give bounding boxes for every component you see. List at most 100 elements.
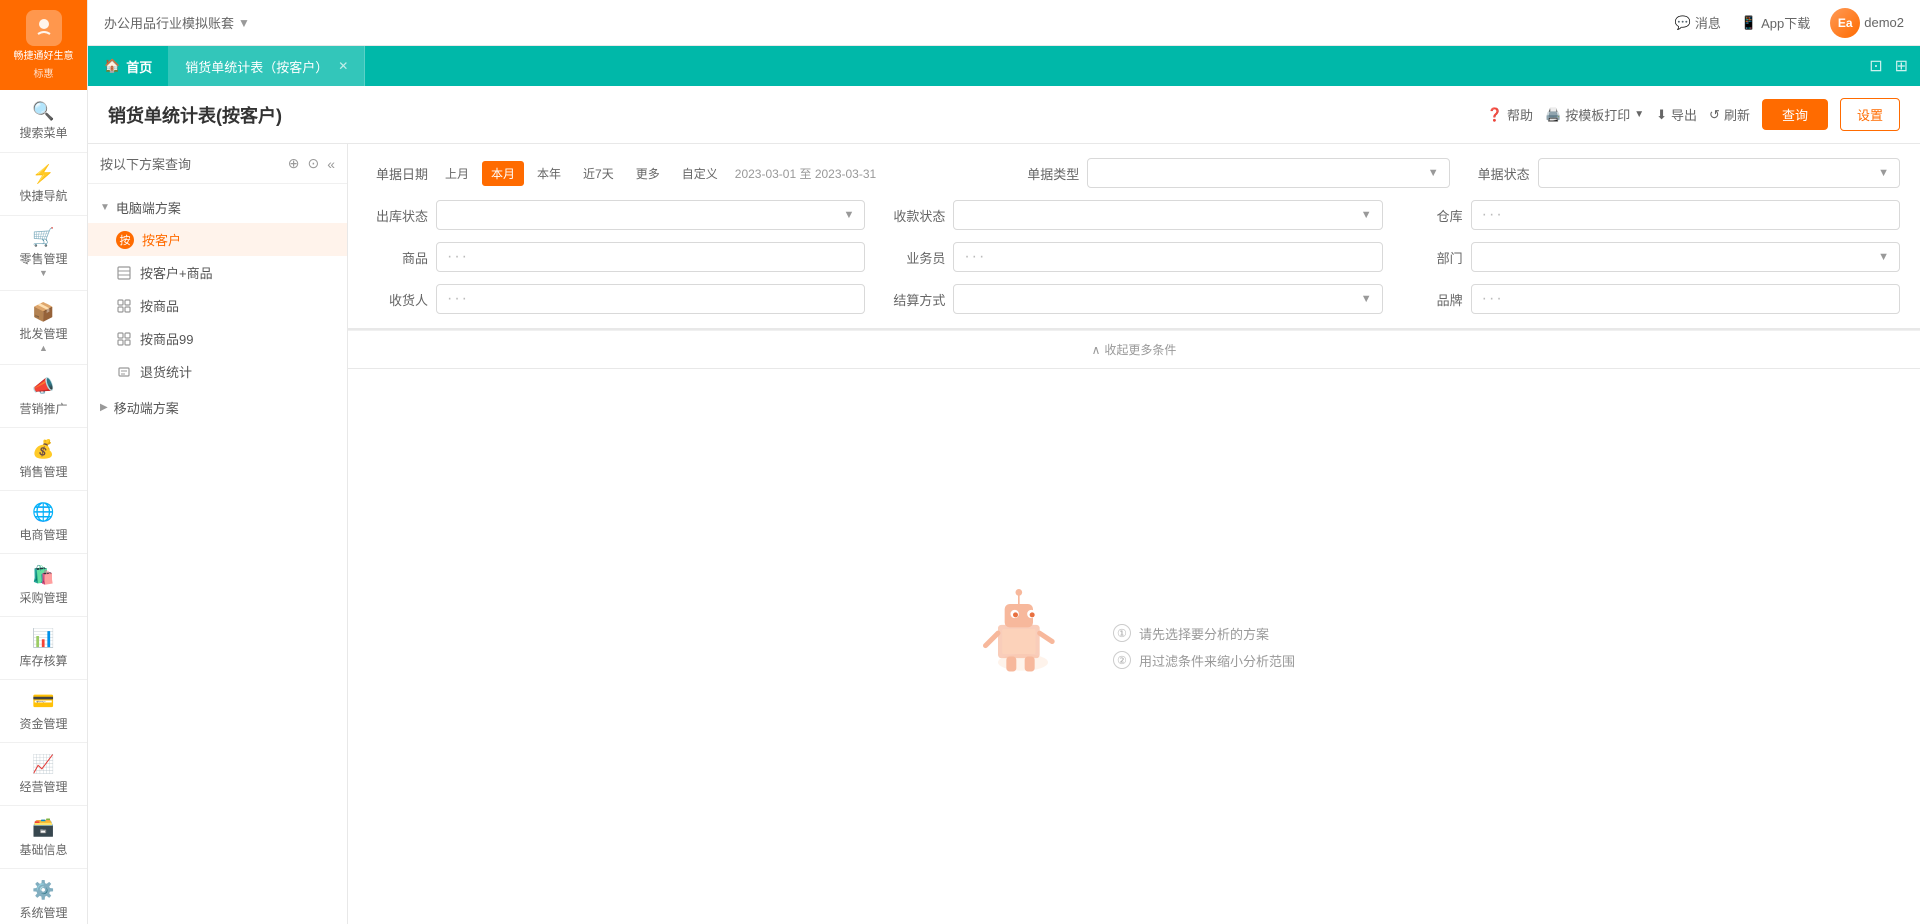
page-content: 销货单统计表(按客户) ❓ 帮助 🖨️ 按模板打印 ▼ ⬇ 导出 bbox=[88, 86, 1920, 924]
ship-status-select[interactable]: ▼ bbox=[436, 200, 865, 230]
inventory-icon: 📊 bbox=[32, 627, 54, 650]
empty-tip-1: ① 请先选择要分析的方案 bbox=[1113, 624, 1295, 643]
scheme-group-desktop-header[interactable]: ▼ 电脑端方案 bbox=[88, 192, 347, 223]
app-download-btn[interactable]: 📱 App下载 bbox=[1741, 13, 1810, 32]
settings-btn[interactable]: 设置 bbox=[1840, 98, 1900, 131]
logo-text: 畅捷通好生意 bbox=[14, 50, 74, 63]
user-profile-btn[interactable]: Ea demo2 bbox=[1830, 8, 1904, 38]
empty-tips: ① 请先选择要分析的方案 ② 用过滤条件来缩小分析范围 bbox=[1113, 624, 1295, 670]
order-type-select[interactable]: ▼ bbox=[1087, 158, 1449, 188]
sidebar-item-wholesale[interactable]: 📦 批发管理 ▲ bbox=[0, 291, 87, 366]
sidebar-item-purchase[interactable]: 🛍️ 采购管理 bbox=[0, 554, 87, 617]
settings-scheme-btn[interactable]: ⊙ bbox=[307, 155, 319, 172]
sidebar-item-finance[interactable]: 💳 资金管理 bbox=[0, 680, 87, 743]
date-tab-last-month[interactable]: 上月 bbox=[436, 161, 478, 186]
filter-department-field: 部门 ▼ bbox=[1403, 242, 1900, 272]
filter-goods-field: 商品 ··· bbox=[368, 242, 865, 272]
add-scheme-btn[interactable]: ⊕ bbox=[288, 155, 300, 172]
tab-maximize-btn[interactable]: ⊞ bbox=[1891, 52, 1912, 80]
tab-minimize-btn[interactable]: ⊡ bbox=[1865, 52, 1886, 80]
salesperson-select[interactable]: ··· bbox=[953, 242, 1382, 272]
sidebar-item-quicknav[interactable]: ⚡ 快捷导航 bbox=[0, 153, 87, 216]
scheme-group-desktop-label: 电脑端方案 bbox=[116, 198, 181, 217]
sidebar-item-ecommerce[interactable]: 🌐 电商管理 bbox=[0, 491, 87, 554]
export-btn[interactable]: ⬇ 导出 bbox=[1656, 105, 1697, 124]
message-btn[interactable]: 💬 消息 bbox=[1675, 13, 1721, 32]
scheme-tree: ▼ 电脑端方案 按 按客户 按客户+商品 bbox=[88, 184, 347, 924]
sidebar-item-search[interactable]: 🔍 搜索菜单 bbox=[0, 90, 87, 153]
tab-close-btn[interactable]: ✕ bbox=[338, 59, 348, 73]
salesperson-label: 业务员 bbox=[885, 248, 945, 267]
industry-select[interactable]: 办公用品行业模拟账套 ▼ bbox=[104, 13, 250, 32]
date-tabs: 上月 本月 本年 近7天 更多 自定义 bbox=[436, 161, 727, 186]
collapse-up-icon: ∧ bbox=[1092, 343, 1101, 357]
top-header: 办公用品行业模拟账套 ▼ 💬 消息 📱 App下载 Ea demo2 bbox=[88, 0, 1920, 46]
industry-label: 办公用品行业模拟账套 bbox=[104, 13, 234, 32]
scheme-group-desktop: ▼ 电脑端方案 按 按客户 按客户+商品 bbox=[88, 192, 347, 388]
warehouse-select[interactable]: ··· bbox=[1471, 200, 1900, 230]
help-icon: ❓ bbox=[1487, 107, 1503, 123]
department-arrow-icon: ▼ bbox=[1878, 251, 1889, 263]
sidebar-item-system[interactable]: ⚙️ 系统管理 bbox=[0, 869, 87, 924]
scheme-item-goods[interactable]: 按商品 bbox=[88, 289, 347, 322]
filter-salesperson-field: 业务员 ··· bbox=[885, 242, 1382, 272]
page-actions: ❓ 帮助 🖨️ 按模板打印 ▼ ⬇ 导出 ↺ 刷新 bbox=[1487, 98, 1900, 131]
sidebar-item-basics[interactable]: 🗃️ 基础信息 bbox=[0, 806, 87, 869]
collapse-label: 收起更多条件 bbox=[1104, 341, 1176, 358]
collapse-scheme-btn[interactable]: « bbox=[327, 156, 335, 172]
date-tab-this-month[interactable]: 本月 bbox=[482, 161, 524, 186]
sidebar-item-sales[interactable]: 💰 销售管理 bbox=[0, 428, 87, 491]
payment-status-select[interactable]: ▼ bbox=[953, 200, 1382, 230]
sidebar-logo[interactable]: 畅捷通好生意 标惠 bbox=[0, 0, 88, 90]
sidebar-item-retail[interactable]: 🛒 零售管理 ▼ bbox=[0, 216, 87, 291]
date-range-text: 2023-03-01 至 2023-03-31 bbox=[735, 165, 876, 182]
order-status-select[interactable]: ▼ bbox=[1538, 158, 1900, 188]
scheme-item-goods99[interactable]: 按商品99 bbox=[88, 322, 347, 355]
sidebar-item-inventory[interactable]: 📊 库存核算 bbox=[0, 617, 87, 680]
goods-icon bbox=[116, 298, 132, 314]
department-select[interactable]: ▼ bbox=[1471, 242, 1900, 272]
warehouse-dots: ··· bbox=[1482, 206, 1504, 224]
date-tab-this-year[interactable]: 本年 bbox=[528, 161, 570, 186]
tab-report[interactable]: 销货单统计表（按客户） ✕ bbox=[169, 46, 365, 86]
sidebar-item-operations[interactable]: 📈 经营管理 bbox=[0, 743, 87, 806]
brand-dots: ··· bbox=[1482, 290, 1504, 308]
print-dropdown-icon: ▼ bbox=[1634, 109, 1644, 120]
brand-label: 品牌 bbox=[1403, 290, 1463, 309]
marketing-icon: 📣 bbox=[32, 375, 54, 398]
query-btn[interactable]: 查询 bbox=[1762, 99, 1828, 130]
date-tab-7days[interactable]: 近7天 bbox=[574, 161, 623, 186]
filter-order-status-field: 单据状态 ▼ bbox=[1470, 158, 1900, 188]
print-btn[interactable]: 🖨️ 按模板打印 ▼ bbox=[1545, 105, 1644, 124]
sidebar-item-marketing[interactable]: 📣 营销推广 bbox=[0, 365, 87, 428]
goods-select[interactable]: ··· bbox=[436, 242, 865, 272]
payment-status-arrow-icon: ▼ bbox=[1361, 209, 1372, 221]
empty-tip-2: ② 用过滤条件来缩小分析范围 bbox=[1113, 651, 1295, 670]
consignee-select[interactable]: ··· bbox=[436, 284, 865, 314]
dropdown-icon: ▼ bbox=[238, 16, 250, 30]
warehouse-label: 仓库 bbox=[1403, 206, 1463, 225]
scheme-item-customer[interactable]: 按 按客户 bbox=[88, 223, 347, 256]
date-tab-more[interactable]: 更多 bbox=[627, 161, 669, 186]
goods-dots: ··· bbox=[447, 248, 469, 266]
refresh-btn[interactable]: ↺ 刷新 bbox=[1709, 105, 1750, 124]
filter-order-type-field: 单据类型 ▼ bbox=[1019, 158, 1449, 188]
settlement-select[interactable]: ▼ bbox=[953, 284, 1382, 314]
scheme-item-return[interactable]: 退货统计 bbox=[88, 355, 347, 388]
tab-home[interactable]: 🏠 首页 bbox=[88, 46, 169, 86]
phone-icon: 📱 bbox=[1741, 15, 1757, 31]
filter-consignee-field: 收货人 ··· bbox=[368, 284, 865, 314]
collapse-bar[interactable]: ∧ 收起更多条件 bbox=[348, 330, 1920, 369]
scheme-group-mobile-header[interactable]: ▶ 移动端方案 bbox=[88, 392, 347, 423]
help-btn[interactable]: ❓ 帮助 bbox=[1487, 105, 1533, 124]
date-control: 上月 本月 本年 近7天 更多 自定义 2023-03-01 至 2023-03… bbox=[436, 161, 999, 186]
order-type-label: 单据类型 bbox=[1019, 164, 1079, 183]
wholesale-icon: 📦 bbox=[32, 301, 54, 324]
main-area: 办公用品行业模拟账套 ▼ 💬 消息 📱 App下载 Ea demo2 🏠 首页 bbox=[88, 0, 1920, 924]
chevron-up-icon: ▲ bbox=[39, 343, 48, 355]
scheme-header: 按以下方案查询 ⊕ ⊙ « bbox=[88, 144, 347, 184]
customer-goods-icon bbox=[116, 265, 132, 281]
brand-select[interactable]: ··· bbox=[1471, 284, 1900, 314]
scheme-item-customer-goods[interactable]: 按客户+商品 bbox=[88, 256, 347, 289]
date-tab-custom[interactable]: 自定义 bbox=[673, 161, 727, 186]
